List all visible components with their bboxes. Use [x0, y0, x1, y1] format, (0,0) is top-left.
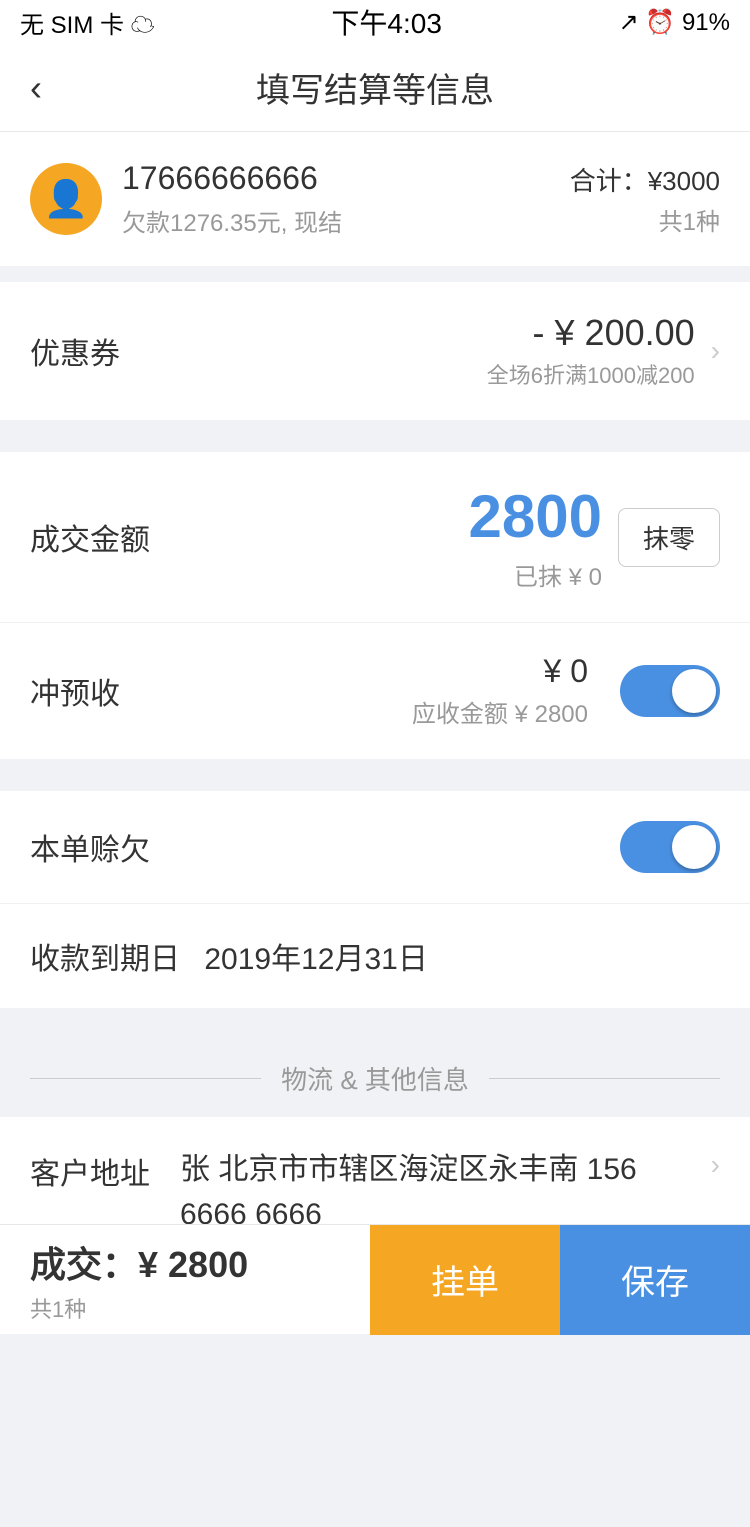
coupon-row[interactable]: 优惠券 - ¥ 200.00 全场6折满1000减200 › — [0, 282, 750, 420]
debt-right — [604, 821, 720, 873]
precollect-desc: 应收金额 ¥ 2800 — [412, 694, 588, 729]
customer-info: 17666666666 欠款1276.35元, 现结 — [122, 160, 342, 238]
bottom-deal-value: ¥ 2800 — [138, 1244, 248, 1285]
divider-2 — [0, 775, 750, 791]
precollect-value: ¥ 0 — [412, 653, 588, 690]
due-date-label: 收款到期日 2019年12月31日 — [30, 934, 428, 978]
status-left: 无 SIM 卡 ☁ — [20, 5, 155, 40]
coupon-right: - ¥ 200.00 全场6折满1000减200 › — [487, 312, 720, 390]
bottom-deal: 成交：¥ 2800 — [30, 1236, 340, 1288]
coupon-label: 优惠券 — [30, 329, 120, 373]
deal-amount-right: 2800 已抹 ¥ 0 抹零 — [469, 482, 721, 592]
avatar: 👤 — [30, 163, 102, 235]
coupon-section: 优惠券 - ¥ 200.00 全场6折满1000减200 › — [0, 282, 750, 420]
toggle-knob — [672, 669, 716, 713]
bottom-deal-label: 成交： — [30, 1244, 138, 1285]
wiped-text: 已抹 ¥ 0 — [469, 557, 602, 592]
pending-button[interactable]: 挂单 — [370, 1225, 560, 1335]
customer-phone: 17666666666 — [122, 160, 342, 197]
precollect-right: ¥ 0 应收金额 ¥ 2800 — [412, 653, 720, 729]
status-time: 下午4:03 — [331, 2, 442, 42]
save-button[interactable]: 保存 — [560, 1225, 750, 1335]
coupon-desc: 全场6折满1000减200 — [487, 358, 695, 390]
customer-right: 合计：¥3000 共1种 — [570, 161, 720, 237]
customer-left: 👤 17666666666 欠款1276.35元, 现结 — [30, 160, 342, 238]
debt-row: 本单赊欠 — [0, 791, 750, 904]
bottom-bar: 成交：¥ 2800 共1种 挂单 保存 — [0, 1224, 750, 1334]
due-date-row: 收款到期日 2019年12月31日 — [0, 904, 750, 1008]
status-icons: ↗ ⏰ 91% — [619, 8, 730, 37]
coupon-value: - ¥ 200.00 — [487, 312, 695, 354]
bottom-count: 共1种 — [30, 1292, 340, 1324]
debt-toggle-knob — [672, 825, 716, 869]
customer-card: 👤 17666666666 欠款1276.35元, 现结 合计：¥3000 共1… — [0, 132, 750, 266]
total-count: 共1种 — [570, 202, 720, 237]
total-label: 合计：¥3000 — [570, 161, 720, 198]
debt-section: 本单赊欠 收款到期日 2019年12月31日 — [0, 791, 750, 1008]
precollect-row: 冲预收 ¥ 0 应收金额 ¥ 2800 — [0, 623, 750, 759]
divider-line-right — [489, 1078, 720, 1079]
precollect-label: 冲预收 — [30, 669, 120, 713]
due-date-value: 2019年12月31日 — [204, 943, 427, 976]
address-label: 客户地址 — [30, 1147, 150, 1193]
coupon-chevron-icon: › — [711, 335, 720, 367]
logistics-text: 物流 & 其他信息 — [281, 1060, 469, 1097]
page-title: 填写结算等信息 — [256, 63, 494, 112]
debt-label: 本单赊欠 — [30, 825, 150, 869]
back-button[interactable]: ‹ — [30, 67, 42, 109]
divider-line-left — [30, 1078, 261, 1079]
debt-toggle[interactable] — [620, 821, 720, 873]
status-bar: 无 SIM 卡 ☁ 下午4:03 ↗ ⏰ 91% — [0, 0, 750, 44]
deal-amount-section: 成交金额 2800 已抹 ¥ 0 抹零 冲预收 ¥ 0 应收金额 ¥ 2800 — [0, 452, 750, 759]
customer-debt: 欠款1276.35元, 现结 — [122, 203, 342, 238]
precollect-toggle[interactable] — [620, 665, 720, 717]
nav-bar: ‹ 填写结算等信息 — [0, 44, 750, 132]
deal-amount-label: 成交金额 — [30, 515, 150, 559]
divider-3 — [0, 1024, 750, 1040]
deal-amount-row: 成交金额 2800 已抹 ¥ 0 抹零 — [0, 452, 750, 623]
status-right: ↗ ⏰ 91% — [619, 8, 730, 37]
deal-amount-value: 2800 — [469, 482, 602, 551]
bottom-summary: 成交：¥ 2800 共1种 — [0, 1236, 370, 1324]
logistics-divider: 物流 & 其他信息 — [0, 1040, 750, 1117]
sim-label: 无 SIM 卡 ☁ — [20, 5, 155, 40]
wipe-zero-button[interactable]: 抹零 — [618, 508, 720, 567]
address-chevron-icon: › — [711, 1149, 720, 1181]
divider-1 — [0, 436, 750, 452]
